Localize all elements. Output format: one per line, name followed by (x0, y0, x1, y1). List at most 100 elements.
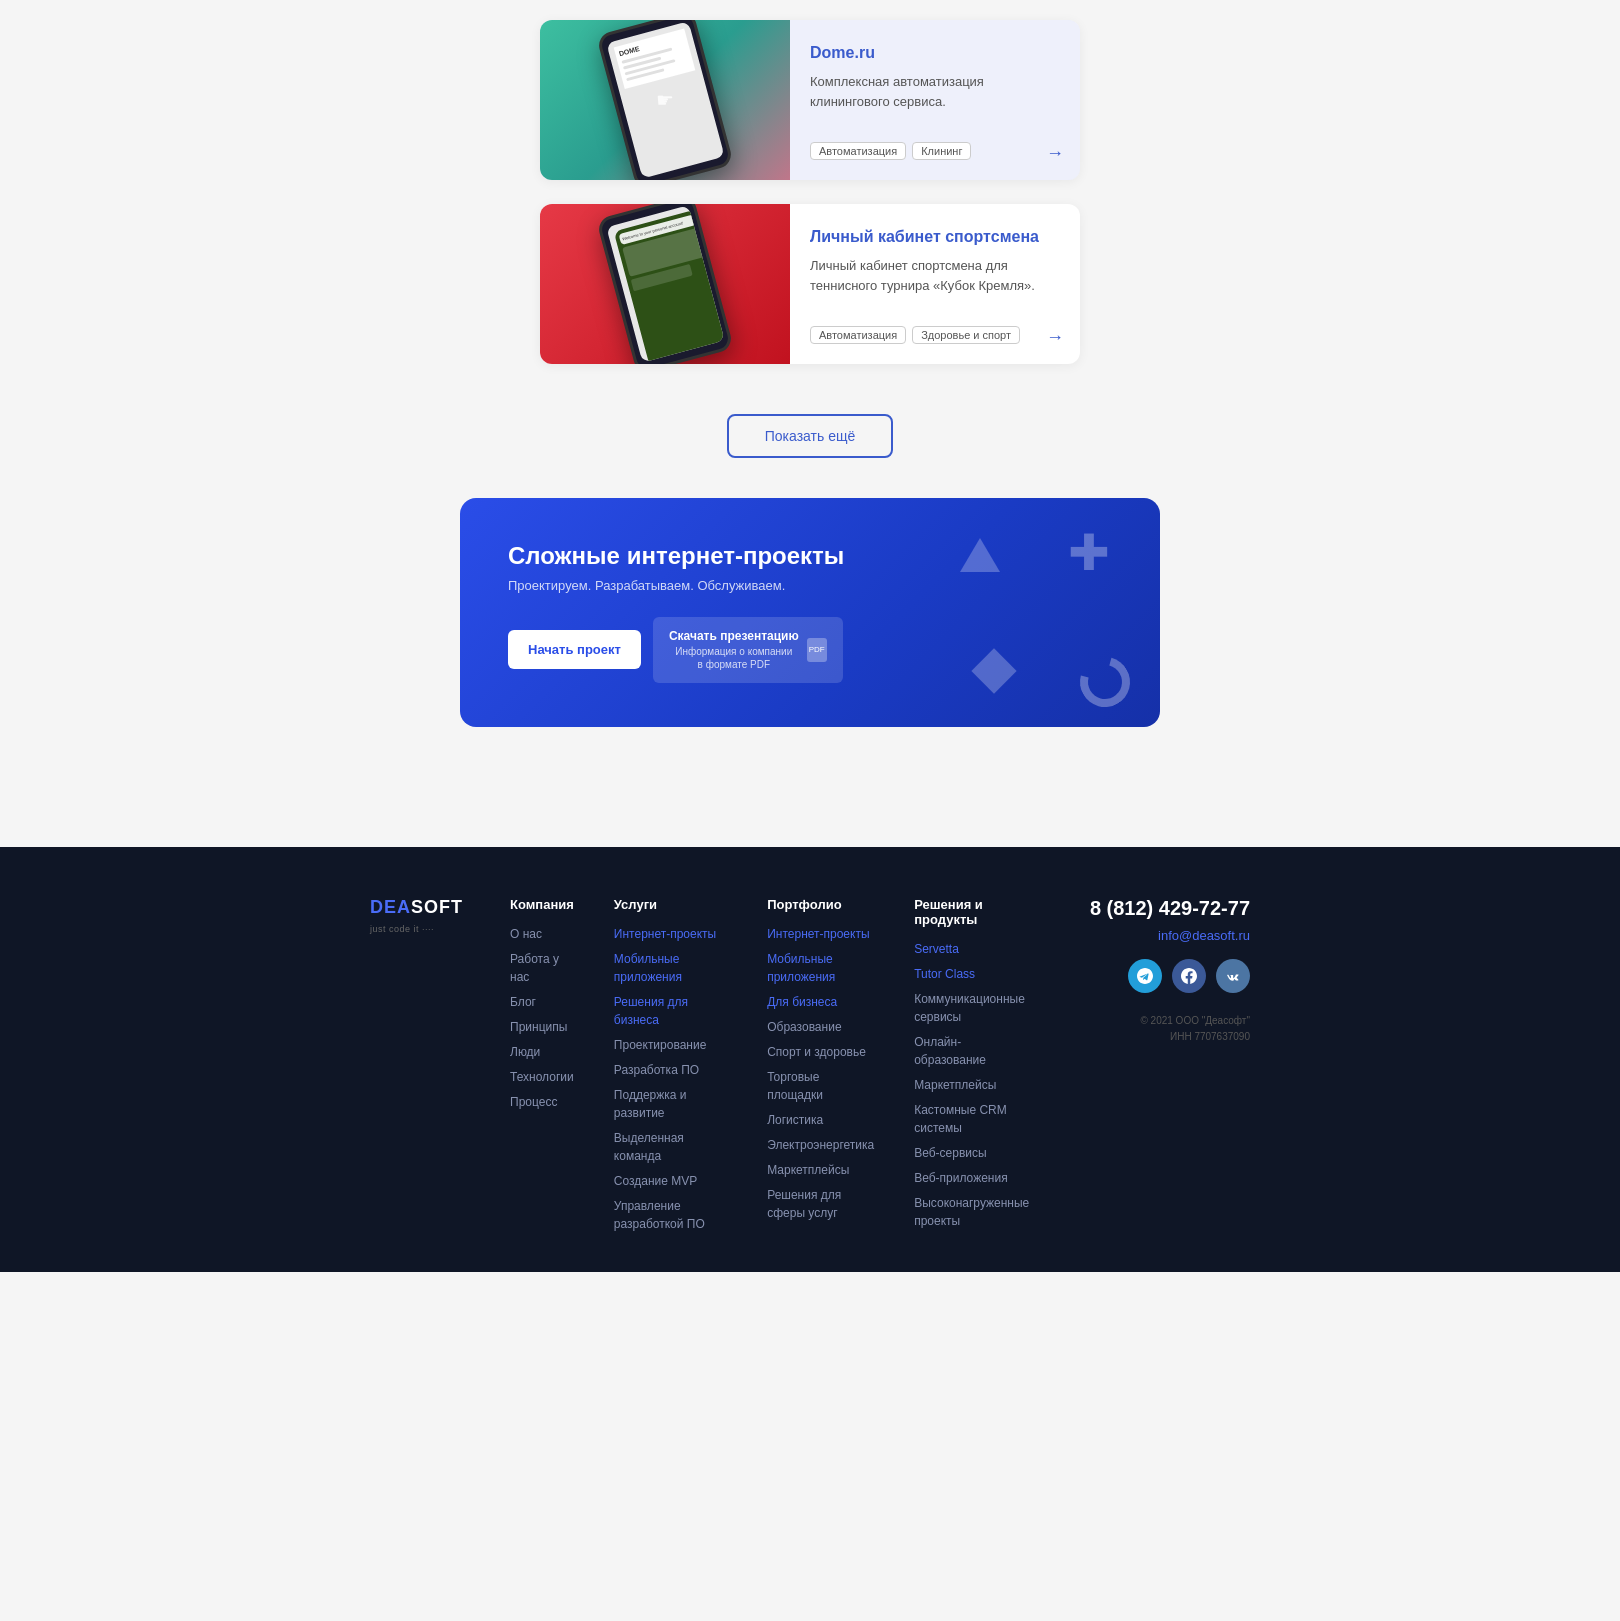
footer-phone[interactable]: 8 (812) 429-72-77 (1070, 897, 1250, 920)
footer-portfolio-link-2[interactable]: Для бизнеса (767, 995, 837, 1009)
shape-circle-arc (1071, 647, 1139, 715)
footer-legal: © 2021 ООО "Деасофт" ИНН 7707637090 (1070, 1013, 1250, 1045)
footer-services-link-7[interactable]: Создание MVP (614, 1174, 697, 1188)
footer-services-link-2[interactable]: Решения для бизнеса (614, 995, 688, 1027)
footer-company-item-3: Принципы (510, 1017, 574, 1035)
footer-solutions-item-4: Маркетплейсы (914, 1075, 1030, 1093)
footer-services-item-6: Выделенная команда (614, 1128, 727, 1164)
footer-company-item-4: Люди (510, 1042, 574, 1060)
footer-company-item-0: О нас (510, 924, 574, 942)
footer-portfolio-link-7[interactable]: Электроэнергетика (767, 1138, 874, 1152)
footer-company-item-1: Работа у нас (510, 949, 574, 985)
vk-icon[interactable] (1216, 959, 1250, 993)
footer-company-link-4[interactable]: Люди (510, 1045, 540, 1059)
cta-subtitle: Проектируем. Разрабатываем. Обслуживаем. (508, 578, 844, 593)
footer-solutions-item-6: Веб-сервисы (914, 1143, 1030, 1161)
sports-phone-screen: Welcome to your personal account! (606, 205, 724, 362)
footer-portfolio-link-1[interactable]: Мобильные приложения (767, 952, 835, 984)
footer-solutions-link-7[interactable]: Веб-приложения (914, 1171, 1008, 1185)
footer-services-link-3[interactable]: Проектирование (614, 1038, 707, 1052)
page-wrapper: DOME ☛ Dome.ru Комплексная автоматизация… (0, 0, 1620, 1272)
sports-card-tags: Автоматизация Здоровье и спорт (810, 326, 1060, 344)
footer-solutions-link-0[interactable]: Servetta (914, 942, 959, 956)
telegram-icon[interactable] (1128, 959, 1162, 993)
footer-solutions-link-6[interactable]: Веб-сервисы (914, 1146, 986, 1160)
cta-title: Сложные интернет-проекты (508, 542, 844, 570)
footer-solutions-link-8[interactable]: Высоконагруженные проекты (914, 1196, 1029, 1228)
cta-banner: Сложные интернет-проекты Проектируем. Ра… (460, 498, 1160, 727)
sports-card-content: Личный кабинет спортсмена Личный кабинет… (790, 204, 1080, 364)
footer-company-item-2: Блог (510, 992, 574, 1010)
footer-company-link-0[interactable]: О нас (510, 927, 542, 941)
footer-portfolio-link-0[interactable]: Интернет-проекты (767, 927, 869, 941)
show-more-button[interactable]: Показать ещё (727, 414, 894, 458)
footer-portfolio-item-1: Мобильные приложения (767, 949, 874, 985)
footer-portfolio-item-0: Интернет-проекты (767, 924, 874, 942)
footer-portfolio-link-5[interactable]: Торговые площадки (767, 1070, 823, 1102)
project-card-sports[interactable]: Welcome to your personal account! Личный… (540, 204, 1080, 364)
project-card-dome[interactable]: DOME ☛ Dome.ru Комплексная автоматизация… (540, 20, 1080, 180)
sports-phone-mockup: Welcome to your personal account! (596, 204, 734, 364)
footer-solutions-link-2[interactable]: Коммуникационные сервисы (914, 992, 1025, 1024)
dome-card-image: DOME ☛ (540, 20, 790, 180)
footer-services-link-6[interactable]: Выделенная команда (614, 1131, 684, 1163)
dome-tag-1: Клининг (912, 142, 971, 160)
footer-portfolio-link-9[interactable]: Решения для сферы услуг (767, 1188, 841, 1220)
sports-arrow-icon[interactable]: → (1046, 327, 1064, 348)
footer-solutions-link-3[interactable]: Онлайн-образование (914, 1035, 986, 1067)
facebook-icon[interactable] (1172, 959, 1206, 993)
footer-company-list: О нас Работа у нас Блог Принципы Люди Те… (510, 924, 574, 1110)
footer-services-item-8: Управление разработкой ПО (614, 1196, 727, 1232)
cta-download-line2: Информация о компании (669, 645, 799, 658)
footer-services-item-0: Интернет-проекты (614, 924, 727, 942)
footer-services-item-3: Проектирование (614, 1035, 727, 1053)
cta-decorative-shapes: ✚ (880, 498, 1160, 727)
footer-services-link-4[interactable]: Разработка ПО (614, 1063, 699, 1077)
shape-triangle (960, 538, 1000, 572)
footer-solutions-link-4[interactable]: Маркетплейсы (914, 1078, 996, 1092)
footer-company-link-2[interactable]: Блог (510, 995, 536, 1009)
footer-portfolio-link-6[interactable]: Логистика (767, 1113, 823, 1127)
footer-services-link-8[interactable]: Управление разработкой ПО (614, 1199, 705, 1231)
dome-arrow-icon[interactable]: → (1046, 143, 1064, 164)
cta-start-button[interactable]: Начать проект (508, 630, 641, 669)
footer-solutions-item-3: Онлайн-образование (914, 1032, 1030, 1068)
footer-services-heading: Услуги (614, 897, 727, 912)
footer-services-item-4: Разработка ПО (614, 1060, 727, 1078)
portfolio-section: DOME ☛ Dome.ru Комплексная автоматизация… (430, 0, 1190, 404)
footer-solutions-col: Решения и продукты Servetta Tutor Class … (914, 897, 1030, 1232)
dome-card-description: Комплексная автоматизация клинингового с… (810, 72, 1060, 128)
footer-legal-line1: © 2021 ООО "Деасофт" (1070, 1013, 1250, 1029)
footer-services-link-0[interactable]: Интернет-проекты (614, 927, 716, 941)
footer-portfolio-item-2: Для бизнеса (767, 992, 874, 1010)
shape-rhombus (971, 648, 1016, 693)
sports-screen-content: Welcome to your personal account! (613, 210, 724, 363)
footer-solutions-item-2: Коммуникационные сервисы (914, 989, 1030, 1025)
footer-solutions-link-tutor[interactable]: Tutor Class (914, 967, 975, 981)
footer-company-link-3[interactable]: Принципы (510, 1020, 567, 1034)
footer-services-col: Услуги Интернет-проекты Мобильные прилож… (614, 897, 727, 1232)
footer-logo: DEASOFT (370, 897, 470, 918)
footer-services-link-5[interactable]: Поддержка и развитие (614, 1088, 687, 1120)
footer-right-col: 8 (812) 429-72-77 info@deasoft.ru © 2021… (1070, 897, 1250, 1232)
cta-download-button[interactable]: Скачать презентацию Информация о компани… (653, 617, 843, 683)
footer-email[interactable]: info@deasoft.ru (1070, 928, 1250, 943)
footer-portfolio-link-4[interactable]: Спорт и здоровье (767, 1045, 866, 1059)
footer-portfolio-link-3[interactable]: Образование (767, 1020, 841, 1034)
footer-services-item-1: Мобильные приложения (614, 949, 727, 985)
footer-company-link-5[interactable]: Технологии (510, 1070, 574, 1084)
footer-inner: DEASOFT just code it ···· Компания О нас… (330, 897, 1290, 1232)
footer-logo-tagline: just code it ···· (370, 924, 470, 934)
footer-services-item-5: Поддержка и развитие (614, 1085, 727, 1121)
footer-services-link-1[interactable]: Мобильные приложения (614, 952, 682, 984)
footer-portfolio-item-5: Торговые площадки (767, 1067, 874, 1103)
footer-company-heading: Компания (510, 897, 574, 912)
footer-portfolio-link-8[interactable]: Маркетплейсы (767, 1163, 849, 1177)
footer-solutions-link-5[interactable]: Кастомные CRM системы (914, 1103, 1007, 1135)
footer-company-link-1[interactable]: Работа у нас (510, 952, 559, 984)
footer-solutions-item-0: Servetta (914, 939, 1030, 957)
footer-company-link-6[interactable]: Процесс (510, 1095, 557, 1109)
footer-portfolio-item-8: Маркетплейсы (767, 1160, 874, 1178)
footer-portfolio-heading: Портфолио (767, 897, 874, 912)
cta-buttons: Начать проект Скачать презентацию Информ… (508, 617, 844, 683)
